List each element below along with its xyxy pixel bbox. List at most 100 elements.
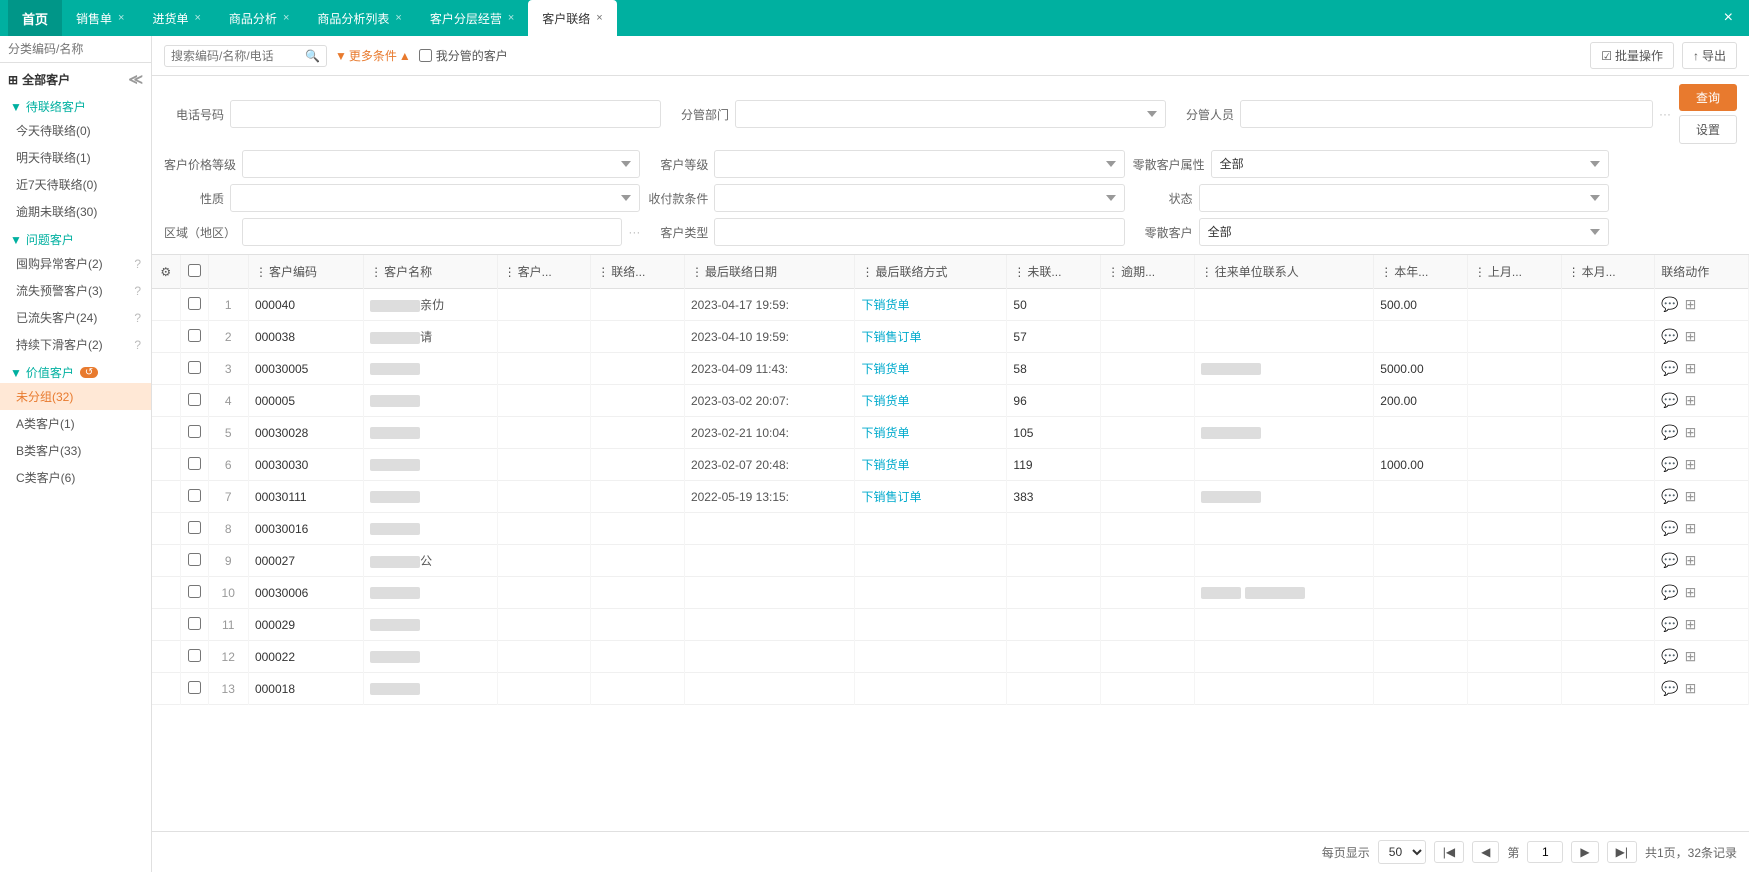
- page-number-input[interactable]: [1527, 841, 1563, 863]
- col-partner-contact[interactable]: ⋮往来单位联系人: [1194, 255, 1374, 289]
- row-checkbox[interactable]: [188, 649, 201, 662]
- row-checkbox[interactable]: [188, 361, 201, 374]
- all-customers-header[interactable]: ⊞ 全部客户 ≪: [0, 63, 151, 92]
- chat-icon[interactable]: 💬: [1661, 584, 1678, 601]
- nav-tab-product-analysis-list[interactable]: 商品分析列表 ×: [303, 0, 415, 36]
- chat-icon[interactable]: 💬: [1661, 680, 1678, 697]
- close-icon[interactable]: ×: [596, 12, 602, 24]
- region-input[interactable]: [242, 218, 622, 246]
- sidebar-item-7days[interactable]: 近7天待联络(0): [0, 171, 151, 198]
- sidebar-item-c-class[interactable]: C类客户(6): [0, 464, 151, 491]
- sidebar-item-b-class[interactable]: B类客户(33): [0, 437, 151, 464]
- sidebar-item-overdue[interactable]: 逾期未联络(30): [0, 198, 151, 225]
- chat-icon[interactable]: 💬: [1661, 456, 1678, 473]
- chat-icon[interactable]: 💬: [1661, 360, 1678, 377]
- more-conditions-button[interactable]: ▼ 更多条件 ▲: [335, 47, 411, 64]
- contact-way-link[interactable]: 下销货单: [861, 298, 909, 312]
- reset-button[interactable]: 设置: [1679, 115, 1737, 144]
- chat-icon[interactable]: 💬: [1661, 488, 1678, 505]
- gender-select[interactable]: [230, 184, 640, 212]
- query-button[interactable]: 查询: [1679, 84, 1737, 111]
- col-customer-code[interactable]: ⋮客户编码: [248, 255, 363, 289]
- last-page-button[interactable]: ▶|: [1607, 841, 1637, 863]
- col-overdue[interactable]: ⋮逾期...: [1101, 255, 1195, 289]
- sidebar-item-ungroup[interactable]: 未分组(32): [0, 383, 151, 410]
- chat-icon[interactable]: 💬: [1661, 616, 1678, 633]
- search-input[interactable]: [171, 49, 301, 63]
- nav-tab-product-analysis[interactable]: 商品分析 ×: [215, 0, 303, 36]
- contact-way-link[interactable]: 下销货单: [861, 458, 909, 472]
- more-icon[interactable]: ···: [628, 225, 640, 239]
- apps-icon[interactable]: ⊞: [1685, 328, 1697, 345]
- search-icon[interactable]: 🔍: [305, 49, 320, 63]
- col-contact[interactable]: ⋮联络...: [591, 255, 685, 289]
- row-checkbox[interactable]: [188, 329, 201, 342]
- nav-tab-customer-tier[interactable]: 客户分层经营 ×: [416, 0, 528, 36]
- my-customers-checkbox-label[interactable]: 我分管的客户: [419, 47, 508, 64]
- row-checkbox[interactable]: [188, 393, 201, 406]
- my-customers-checkbox[interactable]: [419, 49, 432, 62]
- apps-icon[interactable]: ⊞: [1685, 648, 1697, 665]
- batch-operation-button[interactable]: ☑ 批量操作: [1590, 42, 1674, 69]
- row-checkbox[interactable]: [188, 585, 201, 598]
- col-checkbox[interactable]: [180, 255, 208, 289]
- apps-icon[interactable]: ⊞: [1685, 296, 1697, 313]
- close-icon[interactable]: ×: [395, 12, 401, 24]
- contact-way-link[interactable]: 下销货单: [861, 394, 909, 408]
- sidebar-item-hoarding[interactable]: 囤购异常客户(2) ?: [0, 250, 151, 277]
- retail-customer-select[interactable]: 全部: [1199, 218, 1609, 246]
- export-button[interactable]: ↑ 导出: [1682, 42, 1737, 69]
- col-this-year[interactable]: ⋮本年...: [1374, 255, 1468, 289]
- price-level-select[interactable]: [242, 150, 640, 178]
- next-page-button[interactable]: ▶: [1571, 841, 1598, 863]
- chat-icon[interactable]: 💬: [1661, 552, 1678, 569]
- select-all-checkbox[interactable]: [188, 264, 201, 277]
- sidebar-item-today[interactable]: 今天待联络(0): [0, 117, 151, 144]
- window-close-button[interactable]: ×: [1716, 9, 1741, 27]
- contact-way-link[interactable]: 下销货单: [861, 426, 909, 440]
- sidebar-group-value[interactable]: ▼ 价值客户 ↺: [0, 358, 151, 383]
- row-checkbox[interactable]: [188, 297, 201, 310]
- apps-icon[interactable]: ⊞: [1685, 360, 1697, 377]
- contact-way-link[interactable]: 下销货单: [861, 362, 909, 376]
- sidebar-item-tomorrow[interactable]: 明天待联络(1): [0, 144, 151, 171]
- apps-icon[interactable]: ⊞: [1685, 488, 1697, 505]
- sidebar-item-a-class[interactable]: A类客户(1): [0, 410, 151, 437]
- col-last-date[interactable]: ⋮最后联络日期: [684, 255, 855, 289]
- close-icon[interactable]: ×: [118, 12, 124, 24]
- per-page-select[interactable]: 50: [1378, 840, 1426, 864]
- apps-icon[interactable]: ⊞: [1685, 392, 1697, 409]
- nav-home[interactable]: 首页: [8, 0, 62, 36]
- apps-icon[interactable]: ⊞: [1685, 552, 1697, 569]
- first-page-button[interactable]: |◀: [1434, 841, 1464, 863]
- apps-icon[interactable]: ⊞: [1685, 680, 1697, 697]
- row-checkbox[interactable]: [188, 521, 201, 534]
- sidebar-group-pending[interactable]: ▼ 待联络客户: [0, 92, 151, 117]
- row-checkbox[interactable]: [188, 681, 201, 694]
- chat-icon[interactable]: 💬: [1661, 392, 1678, 409]
- apps-icon[interactable]: ⊞: [1685, 584, 1697, 601]
- close-icon[interactable]: ×: [508, 12, 514, 24]
- chat-icon[interactable]: 💬: [1661, 328, 1678, 345]
- col-last-month[interactable]: ⋮上月...: [1467, 255, 1561, 289]
- sidebar-item-declining[interactable]: 持续下滑客户(2) ?: [0, 331, 151, 358]
- close-icon[interactable]: ×: [194, 12, 200, 24]
- chat-icon[interactable]: 💬: [1661, 648, 1678, 665]
- apps-icon[interactable]: ⊞: [1685, 424, 1697, 441]
- col-setting[interactable]: ⚙: [152, 255, 180, 289]
- contact-way-link[interactable]: 下销售订单: [861, 330, 921, 344]
- customer-level-select[interactable]: [714, 150, 1124, 178]
- phone-input[interactable]: [230, 100, 661, 128]
- manager-input[interactable]: [1240, 100, 1653, 128]
- col-no-contact[interactable]: ⋮未联...: [1007, 255, 1101, 289]
- sidebar-item-churn-warning[interactable]: 流失预警客户(3) ?: [0, 277, 151, 304]
- apps-icon[interactable]: ⊞: [1685, 616, 1697, 633]
- nav-tab-sales[interactable]: 销售单 ×: [62, 0, 138, 36]
- category-search-input[interactable]: [8, 42, 152, 56]
- row-checkbox[interactable]: [188, 617, 201, 630]
- prev-page-button[interactable]: ◀: [1472, 841, 1499, 863]
- col-customer-name[interactable]: ⋮客户名称: [364, 255, 498, 289]
- sidebar-item-churned[interactable]: 已流失客户(24) ?: [0, 304, 151, 331]
- contact-way-link[interactable]: 下销售订单: [861, 490, 921, 504]
- nav-tab-customer-contact[interactable]: 客户联络 ×: [528, 0, 616, 36]
